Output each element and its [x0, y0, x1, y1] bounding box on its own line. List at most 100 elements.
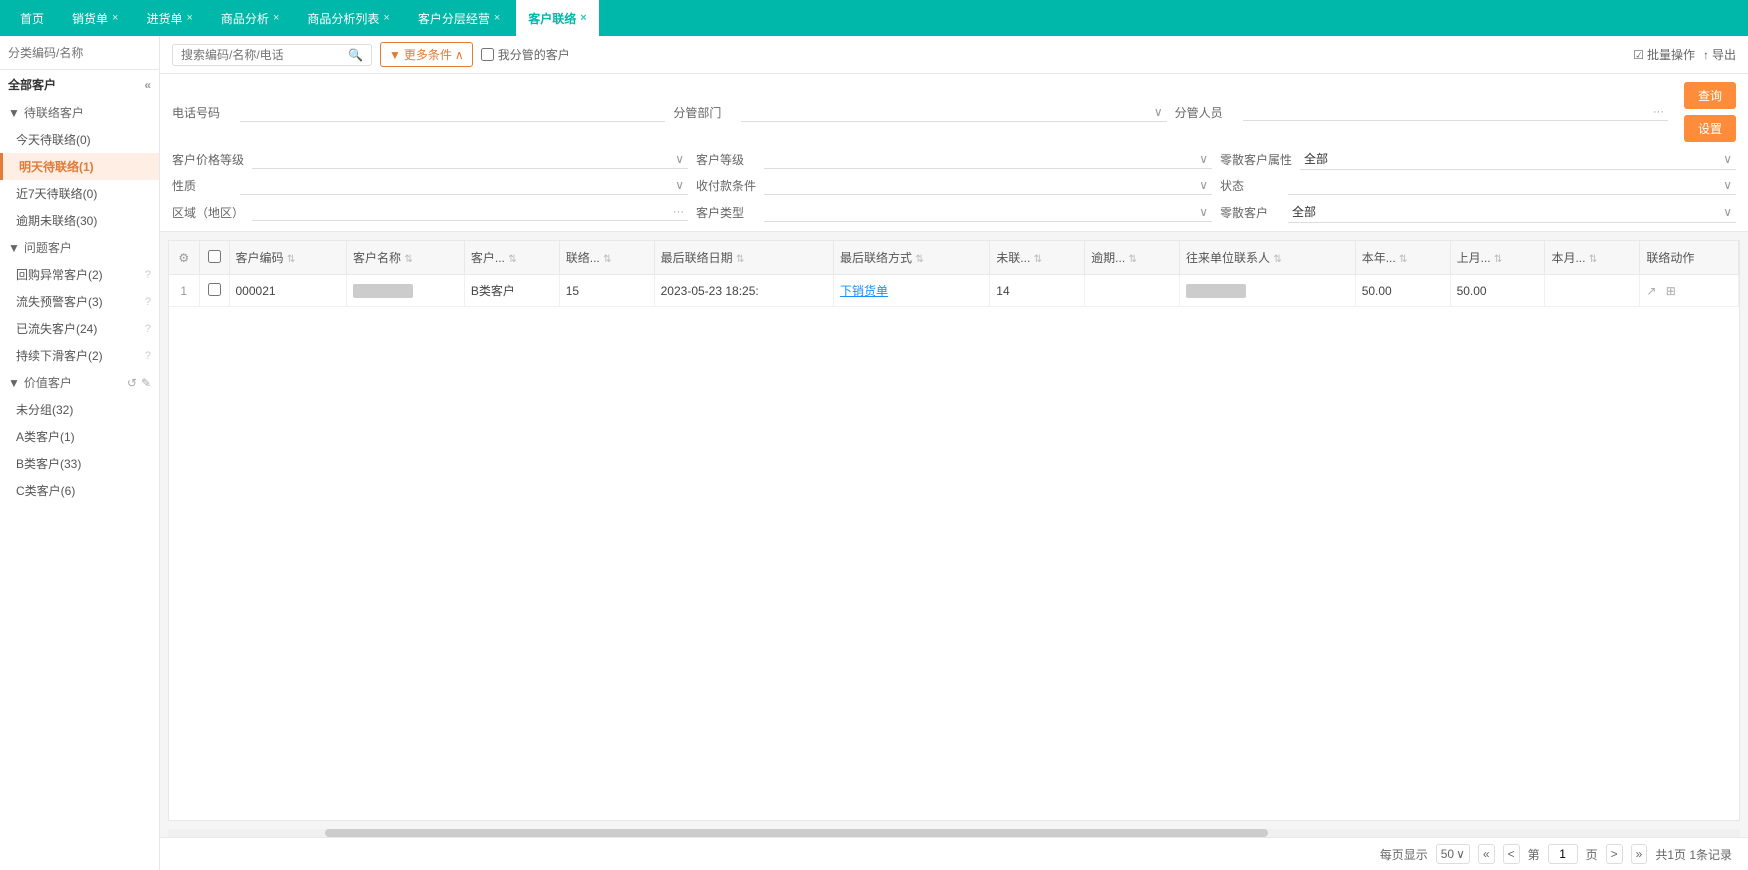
- sort-method-icon: ⇅: [915, 254, 923, 265]
- th-checkbox[interactable]: [199, 241, 229, 275]
- search-input[interactable]: [181, 48, 348, 62]
- th-last-contact-date[interactable]: 最后联络日期 ⇅: [654, 241, 833, 275]
- filter-dept-label: 分管部门: [673, 104, 733, 121]
- edit-value-icon[interactable]: ✎: [141, 376, 151, 390]
- nav-close-customer-stratification[interactable]: ×: [494, 12, 500, 24]
- filter-retail-attr-select[interactable]: 全部 ∨: [1300, 148, 1736, 170]
- filter-region-select[interactable]: ···: [252, 204, 688, 221]
- sidebar-group-value-customers[interactable]: ▼ 价值客户 ↺ ✎: [0, 369, 159, 396]
- nav-item-customer-contact[interactable]: 客户联络 ×: [516, 0, 598, 36]
- filter-price-grade-select[interactable]: ∨: [252, 150, 688, 169]
- th-contact-count[interactable]: 联络... ⇅: [559, 241, 654, 275]
- sidebar-item-today-contact[interactable]: 今天待联络(0): [0, 126, 159, 153]
- td-last-method[interactable]: 下销货单: [834, 275, 990, 307]
- sidebar-group-pending-contact[interactable]: ▼ 待联络客户: [0, 99, 159, 126]
- th-last-contact-method[interactable]: 最后联络方式 ⇅: [834, 241, 990, 275]
- action-link-icon[interactable]: ↗: [1646, 284, 1656, 298]
- filter-customer-type-select[interactable]: ∨: [764, 203, 1212, 222]
- export-btn[interactable]: ↑ 导出: [1703, 46, 1736, 63]
- nav-item-customer-stratification[interactable]: 客户分层经营 ×: [406, 0, 512, 36]
- region-more-btn[interactable]: ···: [673, 206, 684, 218]
- sidebar-item-7days-contact[interactable]: 近7天待联络(0): [0, 180, 159, 207]
- table-settings-icon[interactable]: ⚙: [178, 251, 189, 265]
- row-checkbox[interactable]: [208, 283, 221, 296]
- nav-close-purchase[interactable]: ×: [186, 12, 192, 24]
- td-checkbox[interactable]: [199, 275, 229, 307]
- filter-payment-select[interactable]: ∨: [764, 176, 1212, 195]
- sidebar-collapse-btn[interactable]: «: [144, 78, 151, 92]
- page-unit: 页: [1586, 846, 1598, 863]
- nav-item-goods-analysis[interactable]: 商品分析 ×: [209, 0, 291, 36]
- sidebar-item-churn-warning[interactable]: 流失预警客户(3) ?: [0, 288, 159, 315]
- export-icon: ↑: [1703, 48, 1709, 62]
- last-method-link[interactable]: 下销货单: [840, 284, 888, 298]
- sidebar-item-tomorrow-contact[interactable]: 明天待联络(1): [0, 153, 159, 180]
- settings-btn[interactable]: 设置: [1684, 115, 1736, 142]
- filter-nature-select[interactable]: ∨: [240, 176, 688, 195]
- th-overdue[interactable]: 逾期... ⇅: [1085, 241, 1180, 275]
- th-settings[interactable]: ⚙: [169, 241, 199, 275]
- triangle-value: ▼: [8, 376, 20, 390]
- next-page-btn[interactable]: >: [1606, 844, 1623, 864]
- more-filter-btn[interactable]: ▼ 更多条件 ∧: [380, 42, 473, 67]
- sidebar-item-class-b[interactable]: B类客户(33): [0, 450, 159, 477]
- sidebar-item-class-c[interactable]: C类客户(6): [0, 477, 159, 504]
- select-all-checkbox[interactable]: [208, 250, 221, 263]
- th-contact-person[interactable]: 往来单位联系人 ⇅: [1180, 241, 1356, 275]
- td-last-month: 50.00: [1450, 275, 1545, 307]
- sort-name-icon: ⇅: [404, 254, 412, 265]
- prev-page-btn[interactable]: <: [1503, 844, 1520, 864]
- page-size-select[interactable]: 50 ∨: [1436, 844, 1470, 864]
- action-btns: ☑ 批量操作 ↑ 导出: [1633, 46, 1736, 63]
- th-customer-type[interactable]: 客户... ⇅: [464, 241, 559, 275]
- sidebar-item-overdue-contact[interactable]: 逾期未联络(30): [0, 207, 159, 234]
- nav-item-purchase[interactable]: 进货单 ×: [134, 0, 204, 36]
- th-customer-code[interactable]: 客户编码 ⇅: [229, 241, 346, 275]
- filter-region-field: 区域（地区） ···: [172, 204, 688, 221]
- last-page-btn[interactable]: »: [1631, 844, 1648, 864]
- person-more-btn[interactable]: ···: [1653, 106, 1664, 118]
- search-submit-icon[interactable]: 🔍: [348, 48, 363, 62]
- sidebar-item-declining[interactable]: 持续下滑客户(2) ?: [0, 342, 159, 369]
- refresh-value-icon[interactable]: ↺: [127, 376, 137, 390]
- first-page-btn[interactable]: «: [1478, 844, 1495, 864]
- batch-icon: ☑: [1633, 48, 1644, 62]
- nav-close-sales[interactable]: ×: [112, 12, 118, 24]
- nav-close-goods-analysis-list[interactable]: ×: [383, 12, 389, 24]
- th-last-month[interactable]: 上月... ⇅: [1450, 241, 1545, 275]
- sidebar-item-class-a[interactable]: A类客户(1): [0, 423, 159, 450]
- horizontal-scrollbar[interactable]: [168, 829, 1740, 837]
- filter-status-select[interactable]: ∨: [1288, 176, 1736, 195]
- scrollbar-thumb[interactable]: [325, 829, 1268, 837]
- nav-item-home[interactable]: 首页: [8, 0, 56, 36]
- th-not-contacted[interactable]: 未联... ⇅: [990, 241, 1085, 275]
- nav-item-sales[interactable]: 销货单 ×: [60, 0, 130, 36]
- sidebar-search-input[interactable]: [8, 46, 160, 60]
- filter-retail-customer-select[interactable]: 全部 ∨: [1288, 201, 1736, 223]
- filter-person-select[interactable]: ···: [1243, 104, 1668, 121]
- my-customers-checkbox[interactable]: [481, 48, 494, 61]
- filter-retail-customer-field: 零散客户 全部 ∨: [1220, 201, 1736, 223]
- nav-close-goods-analysis[interactable]: ×: [273, 12, 279, 24]
- nav-item-goods-analysis-list[interactable]: 商品分析列表 ×: [295, 0, 401, 36]
- my-customers-checkbox-wrap[interactable]: 我分管的客户: [481, 46, 570, 63]
- top-nav: 首页 销货单 × 进货单 × 商品分析 × 商品分析列表 × 客户分层经营 × …: [0, 0, 1748, 36]
- sort-last-month-icon: ⇅: [1494, 254, 1502, 265]
- nav-close-customer-contact[interactable]: ×: [580, 12, 586, 24]
- batch-op-btn[interactable]: ☑ 批量操作: [1633, 46, 1695, 63]
- sidebar-group-problem-customers[interactable]: ▼ 问题客户: [0, 234, 159, 261]
- page-input[interactable]: [1548, 844, 1578, 864]
- th-this-year[interactable]: 本年... ⇅: [1355, 241, 1450, 275]
- sidebar-item-churned[interactable]: 已流失客户(24) ?: [0, 315, 159, 342]
- th-this-month[interactable]: 本月... ⇅: [1545, 241, 1640, 275]
- query-btn[interactable]: 查询: [1684, 82, 1736, 109]
- price-grade-arrow: ∨: [675, 152, 684, 166]
- help-icon-churn-warning: ?: [145, 296, 151, 308]
- filter-dept-select[interactable]: ∨: [741, 103, 1166, 122]
- th-customer-name[interactable]: 客户名称 ⇅: [346, 241, 464, 275]
- sidebar-item-ungrouped[interactable]: 未分组(32): [0, 396, 159, 423]
- action-grid-icon[interactable]: ⊞: [1666, 284, 1676, 298]
- sidebar-item-repurchase-abnormal[interactable]: 回购异常客户(2) ?: [0, 261, 159, 288]
- filter-customer-grade-select[interactable]: ∨: [764, 150, 1212, 169]
- filter-phone-input[interactable]: [240, 103, 665, 122]
